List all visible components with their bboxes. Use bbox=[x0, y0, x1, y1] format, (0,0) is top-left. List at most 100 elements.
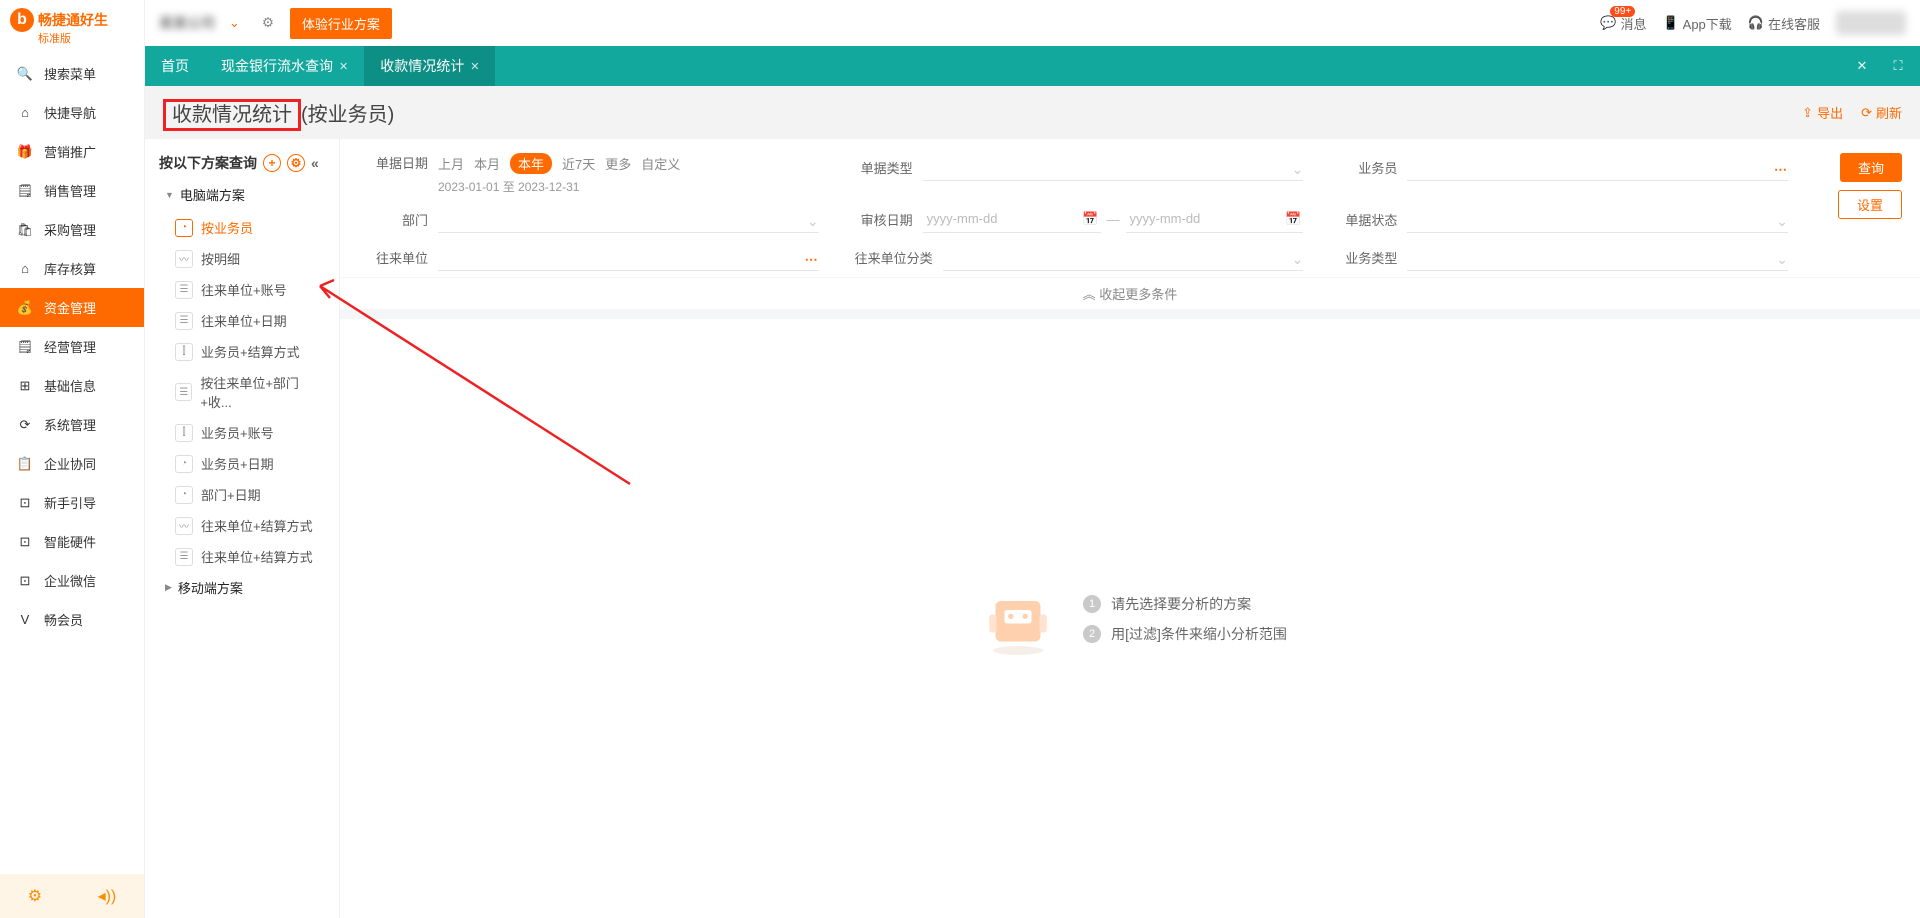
customer-service-link[interactable]: 🎧 在线客服 bbox=[1748, 14, 1820, 33]
nav-item-2[interactable]: 🎁营销推广 bbox=[0, 132, 144, 171]
query-item[interactable]: ☰往来单位+日期 bbox=[159, 305, 329, 336]
quick-date-3[interactable]: 近7天 bbox=[562, 154, 595, 173]
audit-date-to[interactable]: yyyy-mm-dd 📅 bbox=[1126, 205, 1304, 233]
query-button[interactable]: 查询 bbox=[1840, 153, 1902, 182]
app-download-link[interactable]: 📱 App下载 bbox=[1662, 14, 1731, 33]
page-title-suffix: (按业务员) bbox=[301, 104, 394, 126]
query-item[interactable]: ◔部门+日期 bbox=[159, 479, 329, 510]
message-badge: 99+ bbox=[1610, 6, 1635, 17]
nav-item-8[interactable]: ⊞基础信息 bbox=[0, 366, 144, 405]
nav-item-3[interactable]: 🗒销售管理 bbox=[0, 171, 144, 210]
nav-icon: 🛍 bbox=[16, 221, 34, 239]
page-title-highlight: 收款情况统计 bbox=[163, 99, 301, 131]
bill-type-select[interactable]: ⌄ bbox=[923, 153, 1304, 181]
export-button[interactable]: ⇪ 导出 bbox=[1802, 103, 1843, 122]
tab-0[interactable]: 首页 bbox=[145, 46, 205, 86]
nav-item-6[interactable]: 💰资金管理 bbox=[0, 288, 144, 327]
nav-icon: ⟳ bbox=[16, 416, 34, 434]
dept-label: 部门 bbox=[358, 210, 428, 229]
collapse-filters-bar[interactable]: ︽ 收起更多条件 bbox=[340, 277, 1920, 309]
biz-type-select[interactable]: ⌄ bbox=[1407, 243, 1788, 271]
brand-edition: 标准版 bbox=[38, 30, 134, 46]
panel-collapse-icon[interactable]: « bbox=[311, 155, 319, 171]
nav-icon: 🗒 bbox=[16, 338, 34, 356]
top-gear-icon[interactable]: ⚙ bbox=[254, 9, 282, 37]
bill-status-select[interactable]: ⌄ bbox=[1407, 205, 1788, 233]
nav-item-5[interactable]: ⌂库存核算 bbox=[0, 249, 144, 288]
salesman-select[interactable]: ⋯ bbox=[1407, 153, 1788, 181]
org-name[interactable]: 某某公司 bbox=[159, 13, 215, 33]
nav-icon: ⌂ bbox=[16, 260, 34, 278]
tab-2[interactable]: 收款情况统计✕ bbox=[364, 46, 495, 86]
quick-date-0[interactable]: 上月 bbox=[438, 154, 464, 173]
experience-button[interactable]: 体验行业方案 bbox=[290, 8, 392, 39]
brand-area: b 畅捷通好生 标准版 bbox=[0, 0, 144, 54]
query-item[interactable]: ⫿业务员+账号 bbox=[159, 417, 329, 448]
topbar: 某某公司 ⌄ ⚙ 体验行业方案 99+ 💬 消息 📱 App下载 🎧 在线客服 bbox=[145, 0, 1920, 46]
tab-close-icon[interactable]: ✕ bbox=[339, 60, 348, 73]
query-group-0[interactable]: ▼电脑端方案 bbox=[165, 185, 329, 204]
org-dropdown-icon[interactable]: ⌄ bbox=[229, 15, 240, 31]
partner-select[interactable]: ⋯ bbox=[438, 243, 819, 271]
caret-icon: ▼ bbox=[165, 190, 174, 200]
query-item[interactable]: ⫿业务员+结算方式 bbox=[159, 336, 329, 367]
quick-date-2[interactable]: 本年 bbox=[510, 153, 552, 174]
query-item-icon: 〰 bbox=[175, 250, 193, 268]
quick-date-row: 上月本月本年近7天更多自定义 bbox=[438, 153, 819, 174]
partner-cat-select[interactable]: ⌄ bbox=[943, 243, 1304, 271]
calendar-icon: 📅 bbox=[1082, 211, 1098, 227]
result-canvas: 1请先选择要分析的方案 2用[过滤]条件来缩小分析范围 bbox=[340, 319, 1920, 918]
nav-icon: 🎁 bbox=[16, 143, 34, 161]
scheme-gear-icon[interactable]: ⚙ bbox=[287, 154, 305, 172]
query-item[interactable]: ☰往来单位+结算方式 bbox=[159, 541, 329, 572]
tab-1[interactable]: 现金银行流水查询✕ bbox=[205, 46, 364, 86]
partner-cat-label: 往来单位分类 bbox=[843, 248, 933, 267]
more-icon: ⋯ bbox=[805, 252, 819, 268]
chevron-down-icon: ⌄ bbox=[1776, 251, 1788, 268]
bill-date-label: 单据日期 bbox=[358, 153, 428, 172]
nav-item-11[interactable]: ⊡新手引导 bbox=[0, 483, 144, 522]
tab-close-all-icon[interactable]: ✕ bbox=[1848, 52, 1876, 80]
query-item[interactable]: ◔业务员+日期 bbox=[159, 448, 329, 479]
quick-date-4[interactable]: 更多 bbox=[605, 154, 631, 173]
nav-item-7[interactable]: 🗒经营管理 bbox=[0, 327, 144, 366]
nav-item-4[interactable]: 🛍采购管理 bbox=[0, 210, 144, 249]
tab-close-icon[interactable]: ✕ bbox=[470, 60, 479, 73]
nav-item-1[interactable]: ⌂快捷导航 bbox=[0, 93, 144, 132]
nav-item-10[interactable]: 📋企业协同 bbox=[0, 444, 144, 483]
chevron-down-icon: ⌄ bbox=[1292, 251, 1304, 268]
sidebar: b 畅捷通好生 标准版 🔍搜索菜单⌂快捷导航🎁营销推广🗒销售管理🛍采购管理⌂库存… bbox=[0, 0, 145, 918]
sidebar-footer: ⚙ ◂)) bbox=[0, 874, 144, 918]
nav-item-0[interactable]: 🔍搜索菜单 bbox=[0, 54, 144, 93]
nav-icon: 📋 bbox=[16, 455, 34, 473]
tab-expand-icon[interactable]: ⛶ bbox=[1884, 52, 1912, 80]
footer-gear-icon[interactable]: ⚙ bbox=[28, 886, 42, 906]
nav-item-14[interactable]: V畅会员 bbox=[0, 600, 144, 639]
nav-item-12[interactable]: ⊡智能硬件 bbox=[0, 522, 144, 561]
refresh-button[interactable]: ⟳ 刷新 bbox=[1861, 103, 1902, 122]
query-item[interactable]: 〰按明细 bbox=[159, 243, 329, 274]
query-item[interactable]: 〰往来单位+结算方式 bbox=[159, 510, 329, 541]
audit-date-from[interactable]: yyyy-mm-dd 📅 bbox=[923, 205, 1101, 233]
query-item[interactable]: ☰往来单位+账号 bbox=[159, 274, 329, 305]
add-scheme-icon[interactable]: + bbox=[263, 154, 281, 172]
messages-link[interactable]: 99+ 💬 消息 bbox=[1600, 14, 1646, 33]
bill-type-label: 单据类型 bbox=[843, 158, 913, 177]
audit-date-label: 审核日期 bbox=[843, 210, 913, 229]
chevron-down-icon: ⌄ bbox=[1292, 161, 1304, 178]
chat-icon: 💬 bbox=[1600, 15, 1616, 31]
footer-sound-icon[interactable]: ◂)) bbox=[98, 886, 117, 906]
query-group-1[interactable]: ▶移动端方案 bbox=[165, 578, 329, 597]
query-item-icon: ◔ bbox=[175, 219, 193, 237]
settings-button[interactable]: 设置 bbox=[1838, 190, 1902, 219]
nav-item-13[interactable]: ⊡企业微信 bbox=[0, 561, 144, 600]
query-item[interactable]: ☰按往来单位+部门+收... bbox=[159, 367, 329, 417]
calendar-icon: 📅 bbox=[1285, 211, 1301, 227]
nav-item-9[interactable]: ⟳系统管理 bbox=[0, 405, 144, 444]
quick-date-5[interactable]: 自定义 bbox=[641, 154, 680, 173]
user-avatar[interactable] bbox=[1836, 11, 1906, 35]
biz-type-label: 业务类型 bbox=[1327, 248, 1397, 267]
dept-select[interactable]: ⌄ bbox=[438, 205, 819, 233]
query-item[interactable]: ◔按业务员 bbox=[159, 212, 329, 243]
quick-date-1[interactable]: 本月 bbox=[474, 154, 500, 173]
